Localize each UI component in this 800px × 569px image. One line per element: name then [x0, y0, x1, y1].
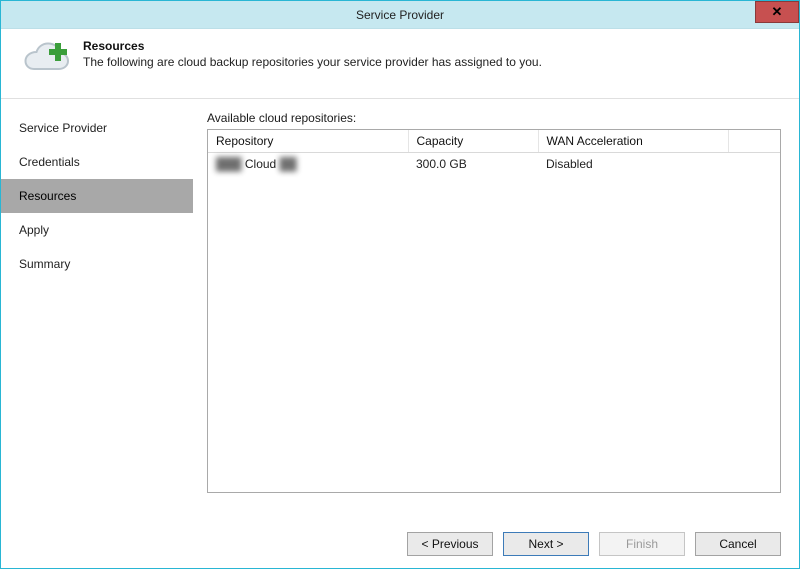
- cancel-button[interactable]: Cancel: [695, 532, 781, 556]
- col-header-capacity[interactable]: Capacity: [408, 130, 538, 153]
- dialog-button-row: < Previous Next > Finish Cancel: [407, 532, 781, 556]
- window-title: Service Provider: [356, 8, 444, 22]
- dialog-header: Resources The following are cloud backup…: [1, 29, 799, 99]
- page-title: Resources: [83, 39, 777, 53]
- previous-button[interactable]: < Previous: [407, 532, 493, 556]
- page-description: The following are cloud backup repositor…: [83, 55, 777, 69]
- main-panel: Available cloud repositories: Repository…: [193, 99, 799, 519]
- titlebar: Service Provider ✕: [1, 1, 799, 29]
- table-header-row: Repository Capacity WAN Acceleration: [208, 130, 780, 153]
- dialog-body: Service Provider Credentials Resources A…: [1, 99, 799, 519]
- col-header-wan[interactable]: WAN Acceleration: [538, 130, 728, 153]
- sidebar-item-summary[interactable]: Summary: [1, 247, 193, 281]
- repositories-table-container: Repository Capacity WAN Acceleration ███…: [207, 129, 781, 493]
- section-label: Available cloud repositories:: [207, 111, 781, 125]
- repositories-table: Repository Capacity WAN Acceleration ███…: [208, 130, 780, 175]
- redacted-text: ██: [280, 157, 297, 171]
- sidebar-item-credentials[interactable]: Credentials: [1, 145, 193, 179]
- wizard-sidebar: Service Provider Credentials Resources A…: [1, 99, 193, 519]
- col-header-repository[interactable]: Repository: [208, 130, 408, 153]
- close-icon[interactable]: ✕: [755, 1, 799, 23]
- cell-repository: ███ Cloud ██: [208, 153, 408, 176]
- table-row[interactable]: ███ Cloud ██ 300.0 GB Disabled: [208, 153, 780, 176]
- sidebar-item-service-provider[interactable]: Service Provider: [1, 111, 193, 145]
- sidebar-item-resources[interactable]: Resources: [1, 179, 193, 213]
- redacted-text: ███: [216, 157, 242, 171]
- cell-wan: Disabled: [538, 153, 728, 176]
- finish-button: Finish: [599, 532, 685, 556]
- next-button[interactable]: Next >: [503, 532, 589, 556]
- col-header-spacer: [728, 130, 780, 153]
- cloud-plus-icon: [23, 41, 71, 82]
- dialog-window: Service Provider ✕ Resources The followi…: [0, 0, 800, 569]
- repository-name-part: Cloud: [245, 157, 276, 171]
- sidebar-item-apply[interactable]: Apply: [1, 213, 193, 247]
- header-text-block: Resources The following are cloud backup…: [83, 39, 777, 69]
- cell-capacity: 300.0 GB: [408, 153, 538, 176]
